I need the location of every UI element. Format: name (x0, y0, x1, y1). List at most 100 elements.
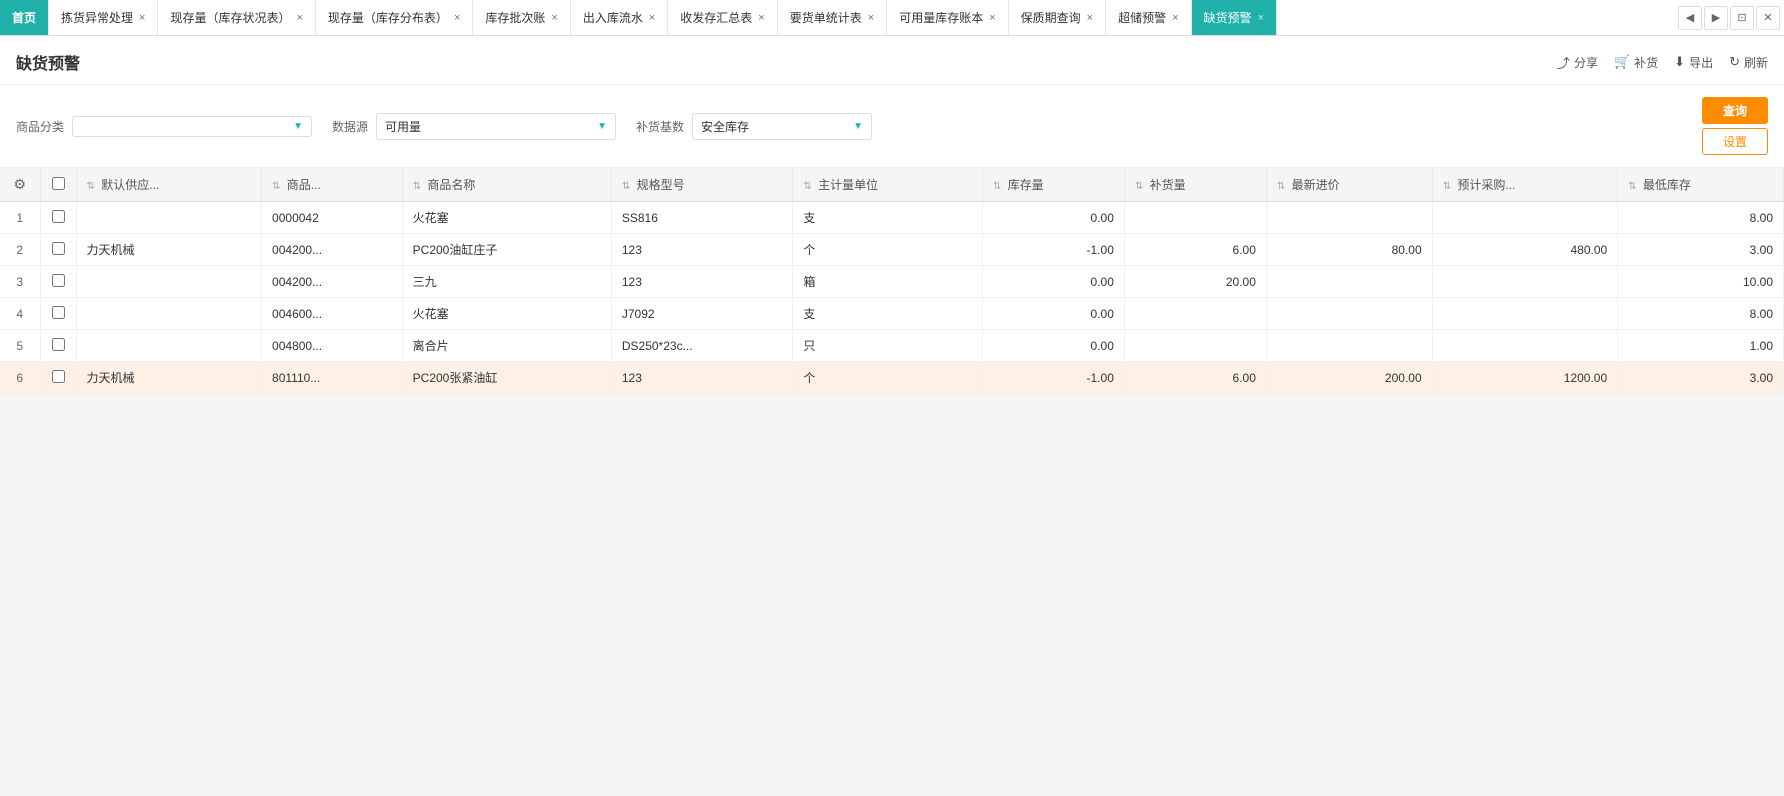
datasource-select[interactable]: 可用量 ▼ (376, 113, 616, 140)
row-replenish-qty: 6.00 (1124, 234, 1266, 266)
row-checkbox-cell[interactable] (40, 298, 76, 330)
th-expected-purchase: ⇅ 预计采购... (1432, 168, 1618, 202)
category-dropdown-arrow: ▼ (293, 121, 303, 132)
row-num-cell: 2 (0, 234, 40, 266)
tab-bar: 首页 拣货异常处理 × 现存量（库存状况表） × 现存量（库存分布表） × 库存… (0, 0, 1784, 36)
tab-inout-flow-close[interactable]: × (649, 12, 655, 24)
row-expected-purchase (1432, 298, 1618, 330)
row-checkbox-cell[interactable] (40, 266, 76, 298)
category-select[interactable]: ▼ (72, 116, 312, 137)
row-replenish-qty (1124, 202, 1266, 234)
table-body: 1 0000042 火花塞 SS816 支 0.00 8.00 2 力天机械 0… (0, 202, 1784, 394)
tab-prev-button[interactable]: ◀ (1678, 6, 1702, 30)
tab-batch-account-close[interactable]: × (551, 12, 557, 24)
row-goods-name: PC200张紧油缸 (402, 362, 611, 394)
tab-restore-button[interactable]: ⊡ (1730, 6, 1754, 30)
tab-expiry-query-close[interactable]: × (1087, 12, 1093, 24)
tab-available-ledger-close[interactable]: × (989, 12, 995, 24)
replenish-button[interactable]: 🛒 补货 (1614, 54, 1658, 71)
row-min-stock: 8.00 (1618, 298, 1784, 330)
row-goods-name: 三九 (402, 266, 611, 298)
row-checkbox[interactable] (52, 338, 65, 351)
row-expected-purchase (1432, 330, 1618, 362)
row-checkbox[interactable] (52, 274, 65, 287)
tab-shortage-close[interactable]: × (1258, 12, 1264, 24)
row-checkbox-cell[interactable] (40, 362, 76, 394)
tab-next-button[interactable]: ▶ (1704, 6, 1728, 30)
tab-shortage[interactable]: 缺货预警 × (1192, 0, 1277, 35)
th-goods-name-label: 商品名称 (427, 178, 475, 192)
tab-available-ledger[interactable]: 可用量库存账本 × (887, 0, 1008, 35)
sort-arrows-supplier: ⇅ (87, 181, 95, 192)
export-label: 导出 (1689, 54, 1713, 71)
row-goods-code: 801110... (262, 362, 403, 394)
app-container: 首页 拣货异常处理 × 现存量（库存状况表） × 现存量（库存分布表） × 库存… (0, 0, 1784, 394)
tab-collect-summary[interactable]: 收发存汇总表 × (668, 0, 777, 35)
row-spec: 123 (611, 266, 793, 298)
replenish-base-select[interactable]: 安全库存 ▼ (692, 113, 872, 140)
tab-overstock-label: 超储预警 (1118, 9, 1166, 26)
sort-arrows-unit: ⇅ (803, 181, 811, 192)
row-stock: 0.00 (982, 202, 1124, 234)
row-replenish-qty (1124, 330, 1266, 362)
row-checkbox-cell[interactable] (40, 234, 76, 266)
row-checkbox[interactable] (52, 242, 65, 255)
refresh-button[interactable]: ↻ 刷新 (1729, 54, 1768, 71)
th-replenish-qty-label: 补货量 (1150, 178, 1186, 192)
share-button[interactable]: ⤴ 分享 (1557, 53, 1598, 72)
tab-close-button[interactable]: ✕ (1756, 6, 1780, 30)
row-goods-name: PC200油缸庄子 (402, 234, 611, 266)
tab-inventory-dist-close[interactable]: × (454, 12, 460, 24)
th-checkbox (40, 168, 76, 202)
row-checkbox-cell[interactable] (40, 330, 76, 362)
row-latest-price (1266, 330, 1432, 362)
row-checkbox[interactable] (52, 370, 65, 383)
tab-batch-account[interactable]: 库存批次账 × (473, 0, 570, 35)
refresh-label: 刷新 (1744, 54, 1768, 71)
row-goods-code: 004200... (262, 266, 403, 298)
tab-nav-buttons: ◀ ▶ ⊡ ✕ (1678, 6, 1784, 30)
export-button[interactable]: ⬇ 导出 (1674, 54, 1713, 71)
table-row: 2 力天机械 004200... PC200油缸庄子 123 个 -1.00 6… (0, 234, 1784, 266)
tab-collect-summary-close[interactable]: × (758, 12, 764, 24)
tab-order-stats-close[interactable]: × (868, 12, 874, 24)
settings-button[interactable]: 设置 (1702, 128, 1768, 155)
gear-icon[interactable]: ⚙ (13, 176, 26, 192)
tab-inventory-status[interactable]: 现存量（库存状况表） × (158, 0, 315, 35)
table-row: 1 0000042 火花塞 SS816 支 0.00 8.00 (0, 202, 1784, 234)
row-replenish-qty: 6.00 (1124, 362, 1266, 394)
tab-expiry-query[interactable]: 保质期查询 × (1009, 0, 1106, 35)
row-supplier (76, 298, 262, 330)
th-spec: ⇅ 规格型号 (611, 168, 793, 202)
tab-inventory-status-close[interactable]: × (296, 12, 302, 24)
tab-inout-flow[interactable]: 出入库流水 × (571, 0, 668, 35)
tab-order-stats[interactable]: 要货单统计表 × (778, 0, 887, 35)
tab-abnormal-close[interactable]: × (139, 12, 145, 24)
select-all-checkbox[interactable] (52, 177, 65, 190)
tab-abnormal[interactable]: 拣货异常处理 × (49, 0, 158, 35)
tab-abnormal-label: 拣货异常处理 (61, 9, 133, 26)
header-actions: ⤴ 分享 🛒 补货 ⬇ 导出 ↻ 刷新 (1557, 53, 1768, 72)
row-min-stock: 8.00 (1618, 202, 1784, 234)
row-supplier: 力天机械 (76, 234, 262, 266)
datasource-filter-group: 数据源 可用量 ▼ (332, 113, 616, 140)
tab-overstock[interactable]: 超储预警 × (1106, 0, 1191, 35)
table-container: ⚙ ⇅ 默认供应... ⇅ 商品... (0, 168, 1784, 394)
table-row: 5 004800... 离合片 DS250*23c... 只 0.00 1.00 (0, 330, 1784, 362)
row-num-cell: 6 (0, 362, 40, 394)
row-num-cell: 5 (0, 330, 40, 362)
sort-arrows-replenish: ⇅ (1135, 181, 1143, 192)
row-checkbox[interactable] (52, 210, 65, 223)
tab-home[interactable]: 首页 (0, 0, 49, 35)
row-expected-purchase: 480.00 (1432, 234, 1618, 266)
sort-arrows-code: ⇅ (272, 181, 280, 192)
tab-inventory-dist[interactable]: 现存量（库存分布表） × (316, 0, 473, 35)
row-supplier (76, 202, 262, 234)
row-supplier (76, 266, 262, 298)
row-checkbox-cell[interactable] (40, 202, 76, 234)
row-replenish-qty: 20.00 (1124, 266, 1266, 298)
query-button[interactable]: 查询 (1702, 97, 1768, 124)
sort-arrows-latest-price: ⇅ (1277, 181, 1285, 192)
tab-overstock-close[interactable]: × (1172, 12, 1178, 24)
row-checkbox[interactable] (52, 306, 65, 319)
